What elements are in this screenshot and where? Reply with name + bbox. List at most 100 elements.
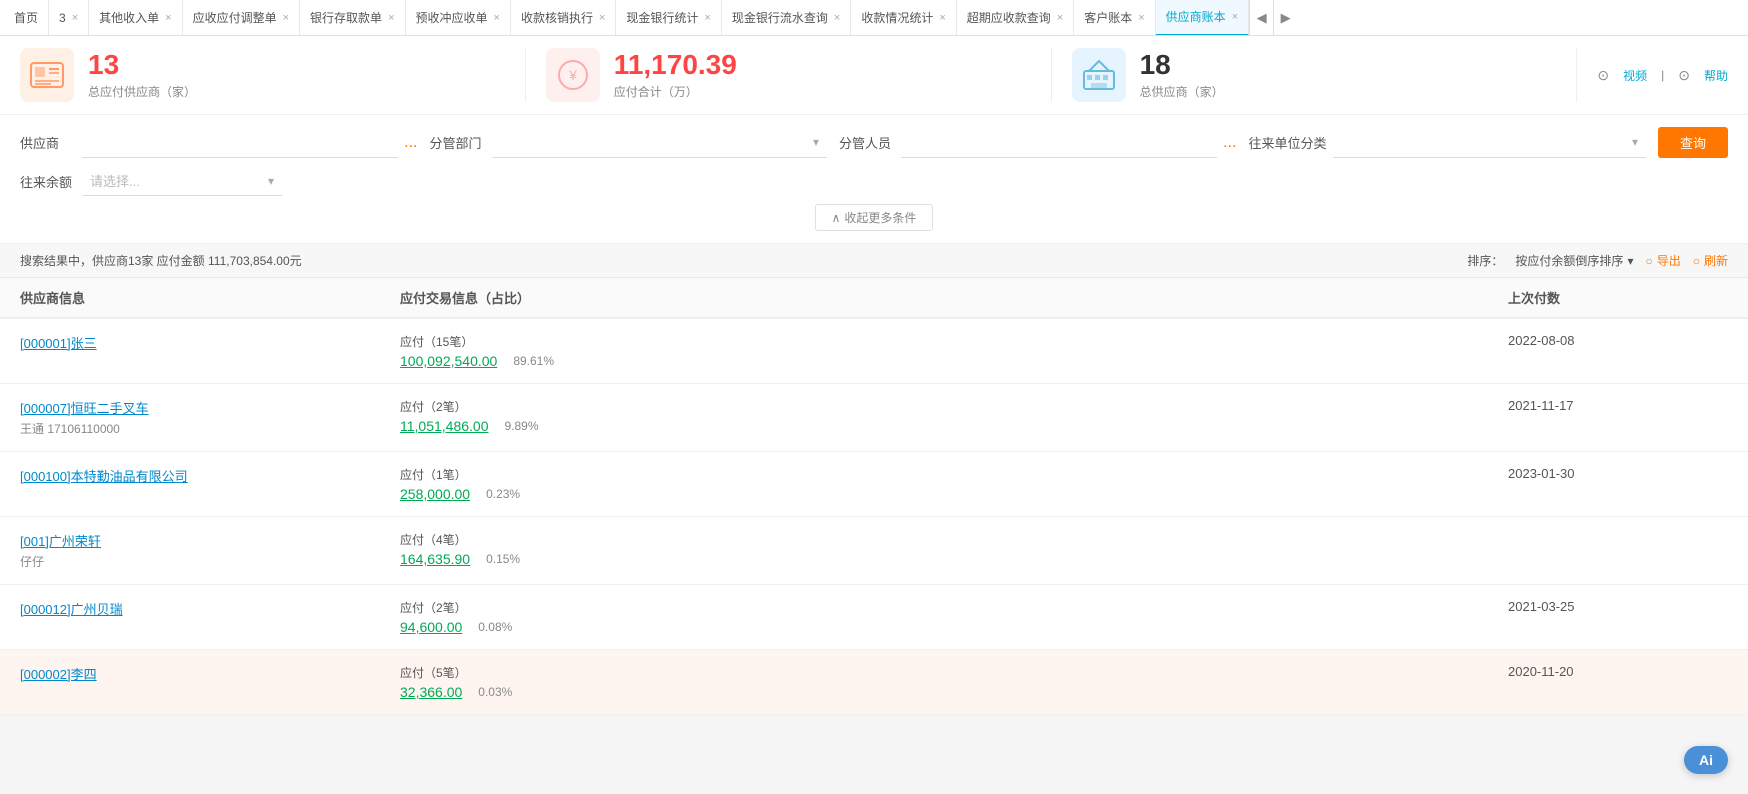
supplier-filter-input[interactable]: [82, 128, 398, 158]
person-dots[interactable]: ...: [1223, 134, 1236, 152]
help-link[interactable]: 帮助: [1704, 67, 1728, 84]
close-icon[interactable]: ×: [834, 12, 840, 24]
header-transaction: 应付交易信息（占比）: [400, 288, 1508, 307]
export-label: 导出: [1657, 252, 1681, 269]
ai-badge[interactable]: Ai: [1684, 746, 1728, 774]
total-supplier-label: 总供应商（家）: [1140, 83, 1224, 100]
export-button[interactable]: ○ 导出: [1645, 252, 1680, 269]
trans-percent: 0.03%: [478, 685, 512, 699]
tab-cash-flow[interactable]: 现金银行流水查询 ×: [722, 0, 851, 36]
tab-num3[interactable]: 3 ×: [49, 0, 89, 36]
result-bar: 搜索结果中，供应商13家 应付金额 111,703,854.00元 排序： 按应…: [0, 244, 1748, 278]
close-icon[interactable]: ×: [165, 12, 171, 24]
tab-other-income[interactable]: 其他收入单 ×: [89, 0, 182, 36]
supplier-info-col: [000002]李四: [20, 664, 400, 683]
dept-select[interactable]: ▾: [492, 128, 828, 158]
close-icon[interactable]: ×: [72, 12, 78, 24]
close-icon[interactable]: ×: [1138, 12, 1144, 24]
tab-customer-book[interactable]: 客户账本 ×: [1074, 0, 1155, 36]
tab-overdue[interactable]: 超期应收款查询 ×: [957, 0, 1074, 36]
supplier-link[interactable]: [000100]本特勤油品有限公司: [20, 466, 400, 485]
payable-total-icon: ¥: [546, 48, 600, 102]
supplier-contact: 仔仔: [20, 553, 400, 570]
close-icon[interactable]: ×: [388, 12, 394, 24]
trans-amount[interactable]: 32,366.00: [400, 684, 462, 700]
close-icon[interactable]: ×: [283, 12, 289, 24]
close-icon[interactable]: ×: [494, 12, 500, 24]
sort-btn-label: 按应付余额倒序排序: [1515, 252, 1623, 269]
dept-filter-label: 分管部门: [430, 133, 486, 152]
filter-category: 往来单位分类 ▾: [1249, 128, 1647, 158]
trans-label: 应付（4笔）: [400, 531, 1508, 548]
trans-info: 应付（5笔） 32,366.00 0.03%: [400, 664, 1508, 700]
trans-percent: 0.08%: [478, 620, 512, 634]
tab-bank-deposit[interactable]: 银行存取款单 ×: [300, 0, 405, 36]
sort-button[interactable]: 按应付余额倒序排序 ▾: [1515, 252, 1633, 269]
total-supplier-text: 18 总供应商（家）: [1140, 50, 1224, 100]
close-icon[interactable]: ×: [599, 12, 605, 24]
close-icon[interactable]: ×: [1057, 12, 1063, 24]
transaction-info-col: 应付（4笔） 164,635.90 0.15%: [400, 531, 1508, 567]
refresh-button[interactable]: ○ 刷新: [1693, 252, 1728, 269]
filter-row-2: 往来余额 请选择... ▾: [20, 166, 1728, 196]
lastpay-col: 2020-11-20: [1508, 664, 1728, 679]
sort-area: 排序： 按应付余额倒序排序 ▾ ○ 导出 ○ 刷新: [1467, 252, 1728, 269]
supplier-link[interactable]: [000001]张三: [20, 333, 400, 352]
supplier-link[interactable]: [000007]恒旺二手叉车: [20, 398, 400, 417]
supplier-link[interactable]: [001]广州荣轩: [20, 531, 400, 550]
sort-label: 排序：: [1467, 252, 1503, 269]
tab-cash-stat[interactable]: 现金银行统计 ×: [616, 0, 721, 36]
supplier-link[interactable]: [000002]李四: [20, 664, 400, 683]
header-lastpay: 上次付数: [1508, 288, 1728, 307]
trans-row: 32,366.00 0.03%: [400, 684, 1508, 700]
summary-payable-suppliers: 13 总应付供应商（家）: [20, 48, 526, 102]
trans-row: 164,635.90 0.15%: [400, 551, 1508, 567]
nav-left-arrow[interactable]: ◀: [1249, 0, 1273, 36]
category-filter-label: 往来单位分类: [1249, 133, 1327, 152]
close-icon[interactable]: ×: [1232, 11, 1238, 23]
nav-right-arrow[interactable]: ▶: [1273, 0, 1297, 36]
total-supplier-icon: [1072, 48, 1126, 102]
trans-label: 应付（2笔）: [400, 398, 1508, 415]
balance-select[interactable]: 请选择... ▾: [82, 166, 282, 196]
tab-supplier-book-label: 供应商账本: [1166, 8, 1226, 25]
tab-home[interactable]: 首页: [4, 0, 49, 36]
supplier-info-col: [000001]张三: [20, 333, 400, 352]
lastpay-col: 2021-11-17: [1508, 398, 1728, 413]
filter-person: 分管人员 ...: [839, 128, 1237, 158]
trans-amount[interactable]: 11,051,486.00: [400, 418, 489, 434]
tab-prepay[interactable]: 预收冲应收单 ×: [406, 0, 511, 36]
summary-payable-total: ¥ 11,170.39 应付合计（万）: [526, 48, 1052, 102]
supplier-info-col: [000100]本特勤油品有限公司: [20, 466, 400, 485]
close-icon[interactable]: ×: [704, 12, 710, 24]
trans-amount[interactable]: 258,000.00: [400, 486, 470, 502]
payable-total-label: 应付合计（万）: [614, 83, 737, 100]
trans-row: 11,051,486.00 9.89%: [400, 418, 1508, 434]
person-filter-input[interactable]: [901, 128, 1217, 158]
balance-placeholder: 请选择...: [90, 171, 140, 190]
video-link[interactable]: 视频: [1623, 67, 1647, 84]
trans-row: 94,600.00 0.08%: [400, 619, 1508, 635]
trans-percent: 89.61%: [513, 354, 554, 368]
query-button[interactable]: 查询: [1658, 127, 1728, 158]
supplier-dots[interactable]: ...: [404, 134, 417, 152]
trans-amount[interactable]: 164,635.90: [400, 551, 470, 567]
tab-supplier-book[interactable]: 供应商账本 ×: [1156, 0, 1249, 36]
transaction-info-col: 应付（1笔） 258,000.00 0.23%: [400, 466, 1508, 502]
balance-filter-label: 往来余额: [20, 172, 76, 191]
close-icon[interactable]: ×: [939, 12, 945, 24]
tab-collection[interactable]: 收款核销执行 ×: [511, 0, 616, 36]
trans-amount[interactable]: 94,600.00: [400, 619, 462, 635]
top-navigation: 首页 3 × 其他收入单 × 应收应付调整单 × 银行存取款单 × 预收冲应收单…: [0, 0, 1748, 36]
tab-ap-adjustment[interactable]: 应收应付调整单 ×: [183, 0, 300, 36]
supplier-link[interactable]: [000012]广州贝瑞: [20, 599, 400, 618]
tab-other-income-label: 其他收入单: [99, 9, 159, 26]
filter-dept: 分管部门 ▾: [430, 128, 828, 158]
result-summary-text: 搜索结果中，供应商13家 应付金额 111,703,854.00元: [20, 252, 302, 269]
tab-collection-stat[interactable]: 收款情况统计 ×: [851, 0, 956, 36]
trans-amount[interactable]: 100,092,540.00: [400, 353, 497, 369]
category-select[interactable]: ▾: [1333, 128, 1646, 158]
filter-row-1: 供应商 ... 分管部门 ▾ 分管人员 ... 往来单位分类 ▾ 查询: [20, 127, 1728, 158]
collapse-button[interactable]: ∧ 收起更多条件: [815, 204, 934, 231]
tab-cash-stat-label: 现金银行统计: [626, 9, 698, 26]
